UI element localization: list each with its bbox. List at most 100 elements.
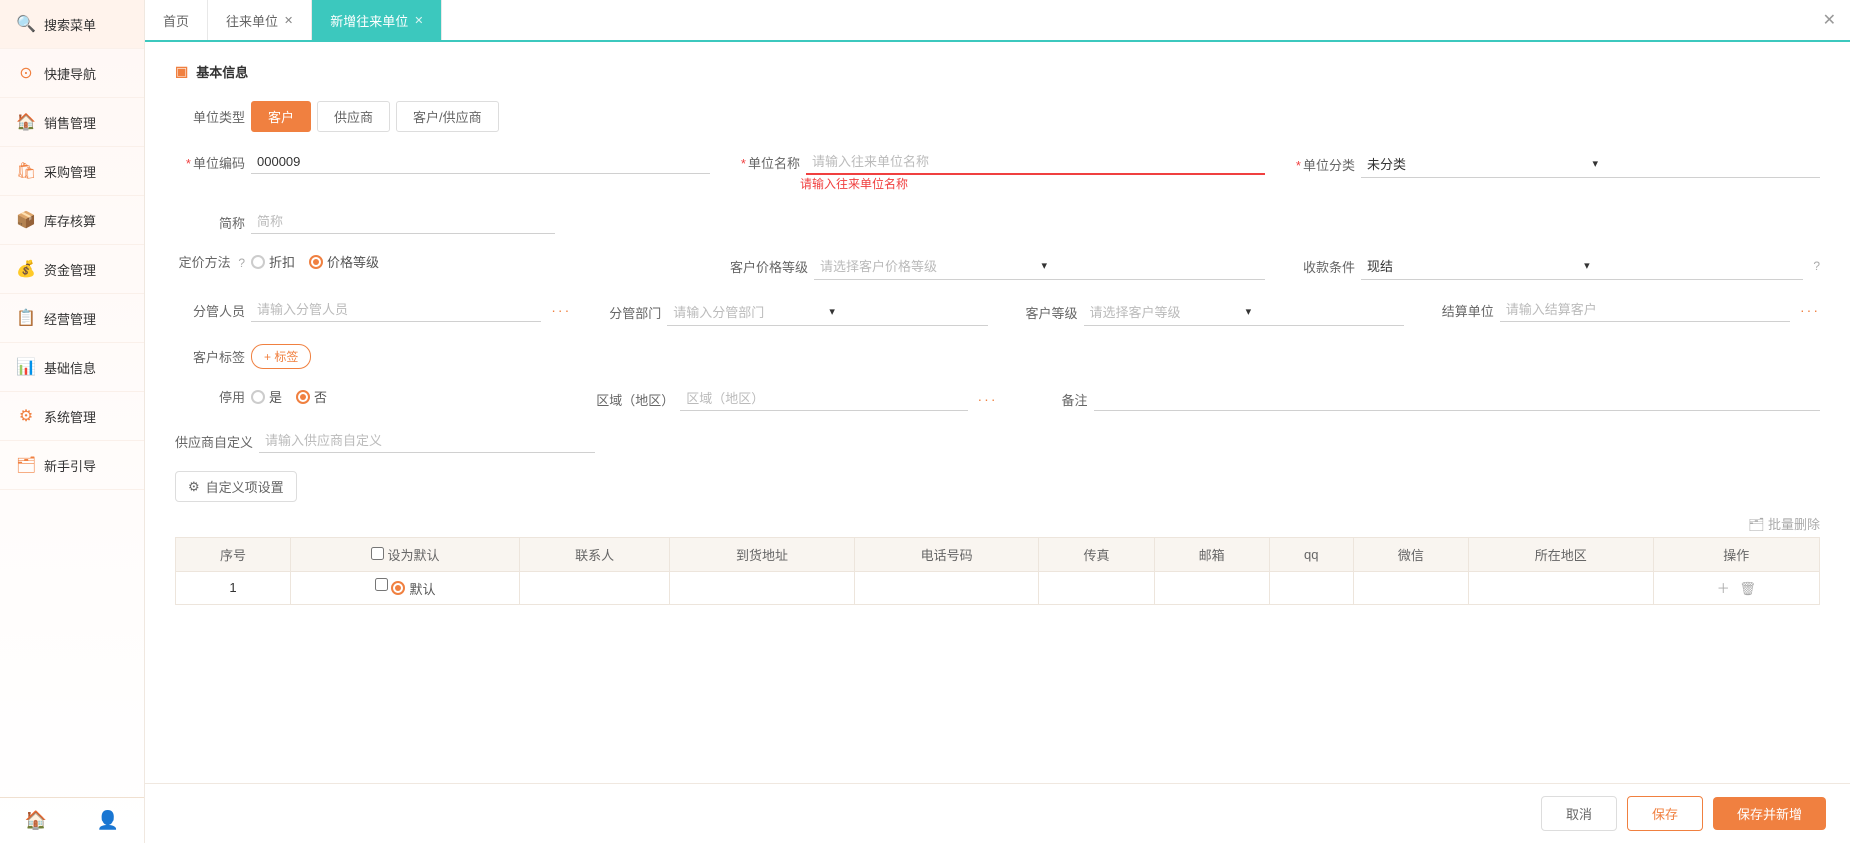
cancel-button[interactable]: 取消 (1541, 796, 1617, 831)
customer-price-level-select[interactable]: 请选择客户价格等级 ▾ (814, 252, 1265, 280)
short-name-field: 简称 (175, 210, 555, 234)
select-all-checkbox[interactable] (371, 547, 384, 560)
unit-category-field: *单位分类 未分类 ▾ (1285, 150, 1820, 178)
pricing-method-field: 定价方法 ? 折扣 价格等级 (175, 252, 710, 271)
sales-icon: 🏠 (16, 112, 36, 132)
settlement-more-btn[interactable]: ··· (1800, 302, 1820, 318)
payment-terms-field: 收款条件 现结 ▾ ? (1285, 252, 1820, 280)
sidebar-item-inventory[interactable]: 📦 库存核算 (0, 196, 144, 245)
tabbar-close-btn[interactable]: ✕ (1809, 10, 1850, 30)
tab-new-partner[interactable]: 新增往来单位 ✕ (312, 0, 442, 40)
sidebar: 🔍 搜索菜单 ⊙ 快捷导航 🏠 销售管理 🛍 采购管理 📦 库存核算 💰 资金管… (0, 0, 145, 843)
unit-category-select[interactable]: 未分类 ▾ (1361, 150, 1820, 178)
sidebar-item-sales[interactable]: 🏠 销售管理 (0, 98, 144, 147)
custom-settings-btn[interactable]: ⚙ 自定义项设置 (175, 471, 297, 502)
payment-terms-select[interactable]: 现结 ▾ (1361, 252, 1803, 280)
payment-help-icon[interactable]: ? (1813, 259, 1820, 273)
col-wechat: 微信 (1353, 538, 1468, 572)
disabled-radio-no[interactable]: 否 (296, 387, 327, 406)
pricing-radio-level[interactable]: 价格等级 (309, 252, 379, 271)
tab-new-partner-close[interactable]: ✕ (414, 14, 423, 27)
col-email: 邮箱 (1154, 538, 1269, 572)
customer-level-label: 客户等级 (1008, 303, 1078, 322)
sidebar-item-finance[interactable]: 💰 资金管理 (0, 245, 144, 294)
unit-code-label: *单位编码 (175, 153, 245, 172)
tab-partners-label: 往来单位 (226, 11, 278, 30)
customer-price-level-label: 客户价格等级 (730, 257, 808, 276)
type-btn-supplier[interactable]: 供应商 (317, 101, 390, 132)
tags-label: 客户标签 (175, 347, 245, 366)
supplier-custom-label: 供应商自定义 (175, 432, 253, 451)
unit-name-input-row: *单位名称 (730, 150, 1265, 175)
sidebar-item-label: 快捷导航 (44, 64, 96, 83)
cell-default: 默认 (291, 572, 520, 605)
manager-input[interactable] (251, 298, 541, 322)
unit-name-label: *单位名称 (730, 153, 800, 172)
disabled-label: 停用 (175, 387, 245, 406)
row-delete-icon[interactable]: 🗑 (1739, 581, 1756, 596)
sidebar-item-system[interactable]: ⚙ 系统管理 (0, 392, 144, 441)
row-checkbox[interactable] (375, 578, 388, 591)
payment-terms-label: 收款条件 (1285, 257, 1355, 276)
help-icon[interactable]: ? (238, 256, 245, 270)
cell-region (1468, 572, 1653, 605)
department-field: 分管部门 请输入分管部门 ▾ (591, 298, 987, 326)
chevron-down-icon: ▾ (1593, 157, 1815, 170)
pricing-radio-group: 折扣 价格等级 (251, 252, 379, 271)
contacts-table: 序号 设为默认 联系人 到货地址 电话号码 传真 邮箱 qq 微信 所在地区 操… (175, 537, 1820, 605)
cell-actions: ＋ 🗑 (1653, 572, 1819, 605)
unit-type-row: 单位类型 客户 供应商 客户/供应商 (175, 101, 1820, 132)
section-title: ▣ 基本信息 (175, 62, 1820, 81)
sidebar-item-label: 经营管理 (44, 309, 96, 328)
remark-input[interactable] (1094, 387, 1821, 411)
sidebar-item-label: 新手引导 (44, 456, 96, 475)
radio-circle-level (309, 255, 323, 269)
department-select[interactable]: 请输入分管部门 ▾ (667, 298, 987, 326)
pricing-radio-discount[interactable]: 折扣 (251, 252, 295, 271)
sidebar-item-quick-nav[interactable]: ⊙ 快捷导航 (0, 49, 144, 98)
tab-partners[interactable]: 往来单位 ✕ (208, 0, 312, 40)
manager-more-btn[interactable]: ··· (551, 302, 571, 318)
quick-nav-icon: ⊙ (16, 63, 36, 83)
type-btn-customer[interactable]: 客户 (251, 101, 311, 132)
sidebar-item-purchase[interactable]: 🛍 采购管理 (0, 147, 144, 196)
region-more-btn[interactable]: ··· (978, 391, 998, 407)
region-label: 区域（地区） (596, 390, 674, 409)
manager-row: 分管人员 ··· 分管部门 请输入分管部门 ▾ 客户等级 请选择客户等级 ▾ (175, 298, 1820, 326)
save-new-button[interactable]: 保存并新增 (1713, 797, 1826, 830)
sidebar-item-ops[interactable]: 📋 经营管理 (0, 294, 144, 343)
disabled-radio-yes[interactable]: 是 (251, 387, 282, 406)
short-name-input[interactable] (251, 210, 555, 234)
unit-code-input[interactable] (251, 150, 710, 174)
chevron-down-icon: ▾ (829, 305, 981, 318)
customer-level-select[interactable]: 请选择客户等级 ▾ (1084, 298, 1404, 326)
custom-settings-bar: ⚙ 自定义项设置 (175, 471, 1820, 502)
region-input[interactable] (680, 387, 967, 411)
save-button[interactable]: 保存 (1627, 796, 1703, 831)
add-tag-btn[interactable]: + 标签 (251, 344, 311, 369)
sidebar-item-guide[interactable]: 🗂 新手引导 (0, 441, 144, 490)
sidebar-user-btn[interactable]: 👤 (72, 798, 144, 843)
unit-name-input[interactable] (806, 150, 1265, 175)
supplier-custom-input[interactable] (259, 429, 595, 453)
supplier-custom-row: 供应商自定义 (175, 429, 1820, 453)
sidebar-item-search[interactable]: 🔍 搜索菜单 (0, 0, 144, 49)
tab-partners-close[interactable]: ✕ (284, 14, 293, 27)
settings-icon: ⚙ (188, 479, 200, 495)
sidebar-home-btn[interactable]: 🏠 (0, 798, 72, 843)
tab-home[interactable]: 首页 (145, 0, 208, 40)
unit-type-field: 单位类型 客户 供应商 客户/供应商 (175, 101, 1820, 132)
customer-price-level-field: 客户价格等级 请选择客户价格等级 ▾ (730, 252, 1265, 280)
row-add-icon[interactable]: ＋ (1717, 581, 1730, 596)
code-name-category-row: *单位编码 *单位名称 请输入往来单位名称 *单位分类 (175, 150, 1820, 192)
type-btn-both[interactable]: 客户/供应商 (396, 101, 499, 132)
sidebar-item-basic[interactable]: 📊 基础信息 (0, 343, 144, 392)
section-icon: ▣ (175, 63, 188, 80)
sidebar-item-label: 销售管理 (44, 113, 96, 132)
batch-delete-label[interactable]: 批量删除 (1768, 517, 1820, 532)
settlement-input[interactable] (1500, 298, 1790, 322)
pricing-row: 定价方法 ? 折扣 价格等级 客户价格等级 (175, 252, 1820, 280)
manager-label: 分管人员 (175, 301, 245, 320)
basic-icon: 📊 (16, 357, 36, 377)
row-default-radio[interactable]: 默认 (391, 579, 435, 598)
